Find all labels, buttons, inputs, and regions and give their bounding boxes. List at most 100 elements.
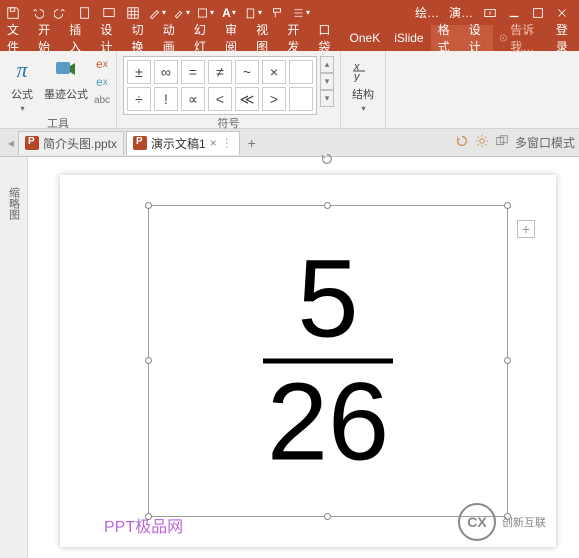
symbol-cell[interactable] bbox=[289, 87, 313, 111]
symbol-cell[interactable]: ~ bbox=[235, 60, 259, 84]
table-button[interactable] bbox=[124, 4, 142, 22]
pen-button[interactable]: ▾ bbox=[148, 4, 166, 22]
ribbon-options-button[interactable] bbox=[481, 4, 499, 22]
ppt-file-icon bbox=[133, 136, 147, 150]
thumbnail-label: 缩略图 bbox=[6, 187, 22, 220]
gear-icon[interactable] bbox=[475, 134, 489, 151]
close-button[interactable] bbox=[553, 4, 571, 22]
new-button[interactable] bbox=[76, 4, 94, 22]
symbol-cell[interactable] bbox=[289, 60, 313, 84]
resize-handle[interactable] bbox=[145, 357, 152, 364]
document-tab[interactable]: 演示文稿1 × ⋮ bbox=[126, 131, 240, 155]
tab-slideshow[interactable]: 幻灯 bbox=[187, 25, 218, 51]
logo-mark: CX bbox=[458, 503, 496, 541]
symbol-cell[interactable]: ! bbox=[154, 87, 178, 111]
close-tab-icon[interactable]: × bbox=[210, 136, 217, 150]
resize-handle[interactable] bbox=[324, 202, 331, 209]
logo-text: 创新互联 bbox=[502, 514, 546, 530]
pres-title-hint: 演… bbox=[447, 4, 475, 21]
redo-button[interactable] bbox=[52, 4, 70, 22]
tab-transition[interactable]: 切换 bbox=[125, 25, 156, 51]
align-button[interactable]: ▾ bbox=[292, 4, 310, 22]
tab-pocket[interactable]: 口袋 bbox=[311, 25, 342, 51]
symbol-cell[interactable]: × bbox=[262, 60, 286, 84]
symbol-cell[interactable]: ≪ bbox=[235, 87, 259, 111]
shape-button[interactable]: ▾ bbox=[196, 4, 214, 22]
symbol-expand[interactable]: ▾ bbox=[320, 90, 334, 107]
symbol-cell[interactable]: ≠ bbox=[208, 60, 232, 84]
save-button[interactable] bbox=[4, 4, 22, 22]
quick-access-toolbar: ▾ ▾ ▾ A▾ ▾ ▾ bbox=[4, 4, 310, 22]
resize-handle[interactable] bbox=[504, 357, 511, 364]
fraction-denominator[interactable]: 26 bbox=[263, 368, 393, 478]
slideshow-button[interactable] bbox=[100, 4, 118, 22]
font-color-button[interactable]: A▾ bbox=[220, 4, 238, 22]
symbol-cell[interactable]: < bbox=[208, 87, 232, 111]
tab-developer[interactable]: 开发 bbox=[280, 25, 311, 51]
ribbon: π 公式 ▾ 墨迹公式 ex ex abc 工具 ± ∞ = ≠ ~ bbox=[0, 51, 579, 129]
thumbnail-panel[interactable]: 缩略图 bbox=[0, 157, 28, 558]
symbol-scroll-up[interactable]: ▴ bbox=[320, 56, 334, 73]
watermark-text: PPT极品网 bbox=[104, 513, 183, 537]
refresh-icon[interactable] bbox=[455, 134, 469, 151]
symbol-cell[interactable]: ± bbox=[127, 60, 151, 84]
tab-design2[interactable]: 设计 bbox=[462, 25, 493, 51]
tab-animation[interactable]: 动画 bbox=[156, 25, 187, 51]
slide-canvas[interactable]: 5 26 + PPT极品网 CX 创新互联 bbox=[28, 157, 579, 558]
tab-islide[interactable]: iSlide bbox=[387, 25, 430, 51]
tab-home[interactable]: 开始 bbox=[31, 25, 62, 51]
ppt-file-icon bbox=[25, 136, 39, 150]
symbol-cell[interactable]: ∞ bbox=[154, 60, 178, 84]
format-painter-button[interactable] bbox=[268, 4, 286, 22]
multiwindow-icon[interactable] bbox=[495, 134, 509, 151]
group-structures: xy 结构 ▾ bbox=[341, 51, 386, 128]
minimize-button[interactable] bbox=[505, 4, 523, 22]
group-tools: π 公式 ▾ 墨迹公式 ex ex abc 工具 bbox=[0, 51, 117, 128]
resize-handle[interactable] bbox=[145, 202, 152, 209]
document-tab[interactable]: 简介头图.pptx bbox=[18, 131, 124, 155]
tab-file[interactable]: 文件 bbox=[0, 25, 31, 51]
document-tabs: ◂ 简介头图.pptx 演示文稿1 × ⋮ + 多窗口模式 bbox=[0, 129, 579, 157]
resize-handle[interactable] bbox=[324, 513, 331, 520]
equation-add-right[interactable]: + bbox=[517, 220, 535, 238]
symbol-cell[interactable]: = bbox=[181, 60, 205, 84]
eyedropper-button[interactable]: ▾ bbox=[172, 4, 190, 22]
footer-logo: CX 创新互联 bbox=[458, 503, 546, 541]
professional-icon[interactable]: ex bbox=[94, 56, 110, 72]
structure-button[interactable]: xy 结构 ▾ bbox=[347, 54, 379, 115]
login-button[interactable]: 登录 bbox=[550, 25, 579, 51]
tabs-scroll-left[interactable]: ◂ bbox=[4, 136, 18, 150]
rotate-handle[interactable] bbox=[320, 152, 334, 166]
symbol-scroll-down[interactable]: ▾ bbox=[320, 73, 334, 90]
slide[interactable]: 5 26 + PPT极品网 CX 创新互联 bbox=[60, 175, 556, 547]
tab-insert[interactable]: 插入 bbox=[62, 25, 93, 51]
resize-handle[interactable] bbox=[504, 202, 511, 209]
symbol-cell[interactable]: ∝ bbox=[181, 87, 205, 111]
symbol-cell[interactable]: ÷ bbox=[127, 87, 151, 111]
ribbon-tabs: 文件 开始 插入 设计 切换 动画 幻灯 审阅 视图 开发 口袋 OneK iS… bbox=[0, 25, 579, 51]
group-symbols: ± ∞ = ≠ ~ × ÷ ! ∝ < ≪ > ▴ ▾ ▾ 符号 bbox=[117, 51, 341, 128]
paste-button[interactable]: ▾ bbox=[244, 4, 262, 22]
symbol-cell[interactable]: > bbox=[262, 87, 286, 111]
maximize-button[interactable] bbox=[529, 4, 547, 22]
workspace: 缩略图 5 26 + PPT极品网 bbox=[0, 157, 579, 558]
fraction-equation[interactable]: 5 26 bbox=[263, 245, 393, 478]
undo-button[interactable] bbox=[28, 4, 46, 22]
linear-icon[interactable]: ex bbox=[94, 74, 110, 90]
tab-design[interactable]: 设计 bbox=[93, 25, 124, 51]
ink-equation-button[interactable]: 墨迹公式 bbox=[42, 54, 90, 104]
svg-text:y: y bbox=[353, 71, 361, 82]
tab-review[interactable]: 审阅 bbox=[218, 25, 249, 51]
equation-button[interactable]: π 公式 ▾ bbox=[6, 54, 38, 115]
fraction-numerator[interactable]: 5 bbox=[263, 245, 393, 355]
multiwindow-label[interactable]: 多窗口模式 bbox=[515, 134, 575, 151]
draw-title-hint: 绘… bbox=[413, 4, 441, 21]
abc-icon[interactable]: abc bbox=[94, 92, 110, 108]
symbol-grid: ± ∞ = ≠ ~ × ÷ ! ∝ < ≪ > bbox=[123, 56, 317, 115]
add-tab-button[interactable]: + bbox=[242, 135, 262, 151]
tab-format[interactable]: 格式 bbox=[431, 25, 462, 51]
tab-onek[interactable]: OneK bbox=[343, 25, 388, 51]
tab-view[interactable]: 视图 bbox=[249, 25, 280, 51]
equation-textbox[interactable]: 5 26 + bbox=[148, 205, 508, 517]
tell-me[interactable]: 告诉我… bbox=[493, 25, 550, 51]
